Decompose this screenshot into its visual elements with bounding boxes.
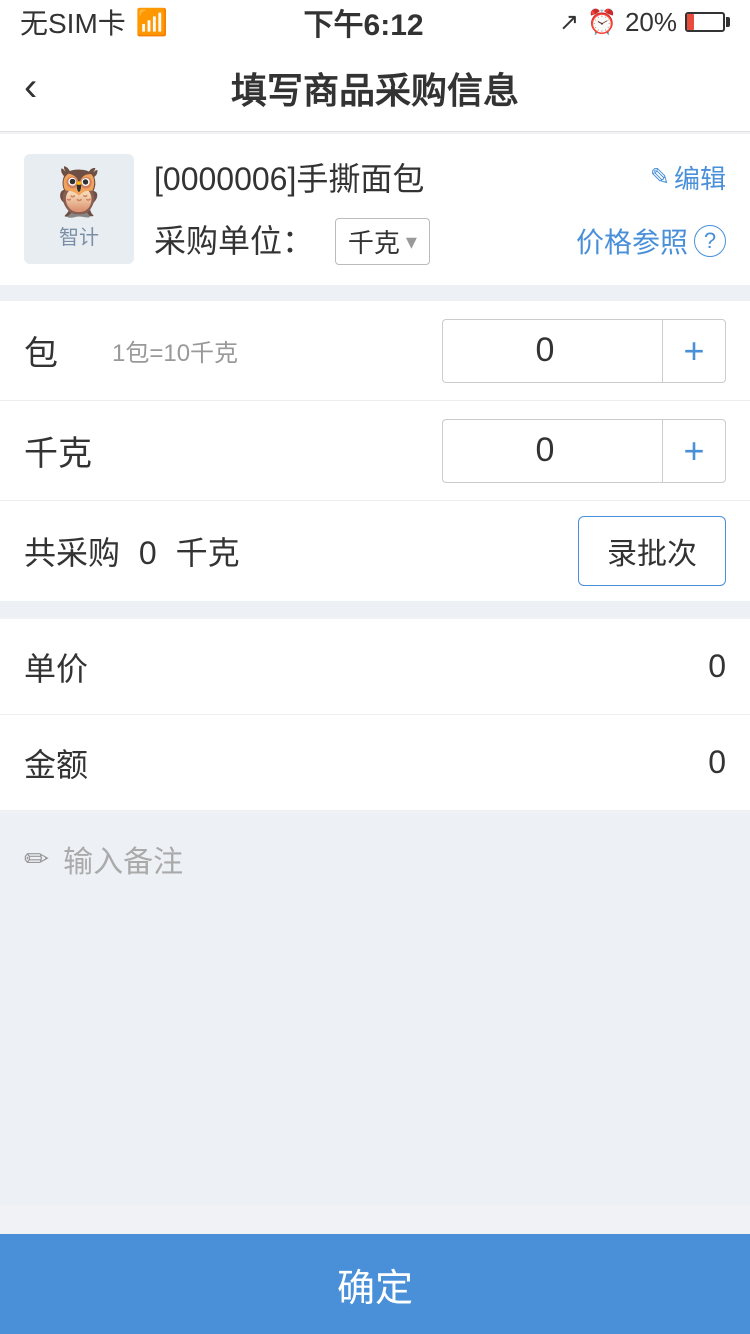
- summary-row: 共采购 0 千克 录批次: [0, 501, 750, 601]
- unit-label-group: 采购单位： 千克 ▾: [154, 216, 430, 265]
- summary-label: 共采购: [24, 535, 120, 571]
- battery-percent: 20%: [625, 7, 677, 38]
- amount-value: 0: [708, 744, 726, 781]
- summary-amount: 0: [139, 535, 157, 571]
- price-section: 单价 0 金额 0: [0, 619, 750, 811]
- purchase-unit-row: 采购单位： 千克 ▾ 价格参照 ?: [154, 216, 726, 265]
- unit-value: 千克: [348, 223, 400, 260]
- edit-icon: ✎: [650, 163, 670, 192]
- price-ref-button[interactable]: 价格参照 ?: [576, 221, 726, 261]
- section-divider-2: [0, 601, 750, 617]
- status-right: ↗ ⏰ 20%: [559, 7, 730, 38]
- carrier-text: 无SIM卡: [20, 2, 126, 42]
- status-time: 下午6:12: [304, 0, 424, 44]
- location-icon: ↗: [559, 8, 579, 37]
- product-info: [0000006]手撕面包 ✎ 编辑 采购单位： 千克 ▾ 价格参照 ?: [154, 154, 726, 265]
- bag-label: 包: [24, 326, 104, 375]
- bag-plus-button[interactable]: +: [662, 319, 726, 383]
- notes-placeholder: 输入备注: [63, 837, 183, 881]
- status-left: 无SIM卡 📶: [20, 2, 168, 42]
- notes-section[interactable]: ✏ 输入备注: [0, 813, 750, 905]
- edit-label: 编辑: [674, 159, 726, 196]
- price-ref-label: 价格参照: [576, 221, 688, 261]
- edit-button[interactable]: ✎ 编辑: [650, 159, 726, 196]
- battery-icon: [685, 12, 730, 32]
- pencil-icon: ✏: [24, 842, 49, 877]
- kg-plus-button[interactable]: +: [662, 419, 726, 483]
- purchase-unit-label: 采购单位：: [154, 223, 314, 259]
- page-title: 填写商品采购信息: [231, 62, 519, 114]
- input-section: 包 1包=10千克 + 千克 +: [0, 301, 750, 501]
- amount-row: 金额 0: [0, 715, 750, 811]
- kg-label: 千克: [24, 426, 104, 475]
- unit-price-value: 0: [708, 648, 726, 685]
- bag-input-right: +: [442, 319, 726, 383]
- status-bar: 无SIM卡 📶 下午6:12 ↗ ⏰ 20%: [0, 0, 750, 44]
- batch-button[interactable]: 录批次: [578, 516, 726, 586]
- unit-price-row: 单价 0: [0, 619, 750, 715]
- wifi-icon: 📶: [136, 7, 168, 38]
- unit-select[interactable]: 千克 ▾: [335, 218, 430, 265]
- bag-sublabel: 1包=10千克: [112, 333, 238, 368]
- product-full-name: [0000006]手撕面包: [154, 154, 424, 200]
- product-image: 🦉 智计: [24, 154, 134, 264]
- confirm-button[interactable]: 确定: [0, 1234, 750, 1334]
- unit-price-label: 单价: [24, 644, 88, 690]
- chevron-down-icon: ▾: [406, 229, 417, 255]
- alarm-icon: ⏰: [587, 8, 617, 37]
- summary-unit: 千克: [176, 535, 240, 571]
- summary-text: 共采购 0 千克: [24, 528, 240, 574]
- kg-quantity-input[interactable]: [442, 419, 662, 483]
- product-logo-text: 智计: [59, 221, 99, 250]
- section-divider-1: [0, 285, 750, 301]
- product-name-row: [0000006]手撕面包 ✎ 编辑: [154, 154, 726, 200]
- bag-input-row: 包 1包=10千克 +: [0, 301, 750, 401]
- kg-input-right: +: [442, 419, 726, 483]
- price-ref-help-icon: ?: [694, 225, 726, 257]
- confirm-button-label: 确定: [337, 1257, 413, 1312]
- nav-bar: ‹ 填写商品采购信息: [0, 44, 750, 132]
- product-card: 🦉 智计 [0000006]手撕面包 ✎ 编辑 采购单位： 千克 ▾ 价格参照 …: [0, 134, 750, 285]
- kg-input-row: 千克 +: [0, 401, 750, 501]
- amount-label: 金额: [24, 740, 88, 786]
- product-logo-icon: 🦉: [49, 169, 109, 217]
- back-button[interactable]: ‹: [24, 65, 37, 110]
- bottom-empty-area: [0, 905, 750, 1205]
- bag-quantity-input[interactable]: [442, 319, 662, 383]
